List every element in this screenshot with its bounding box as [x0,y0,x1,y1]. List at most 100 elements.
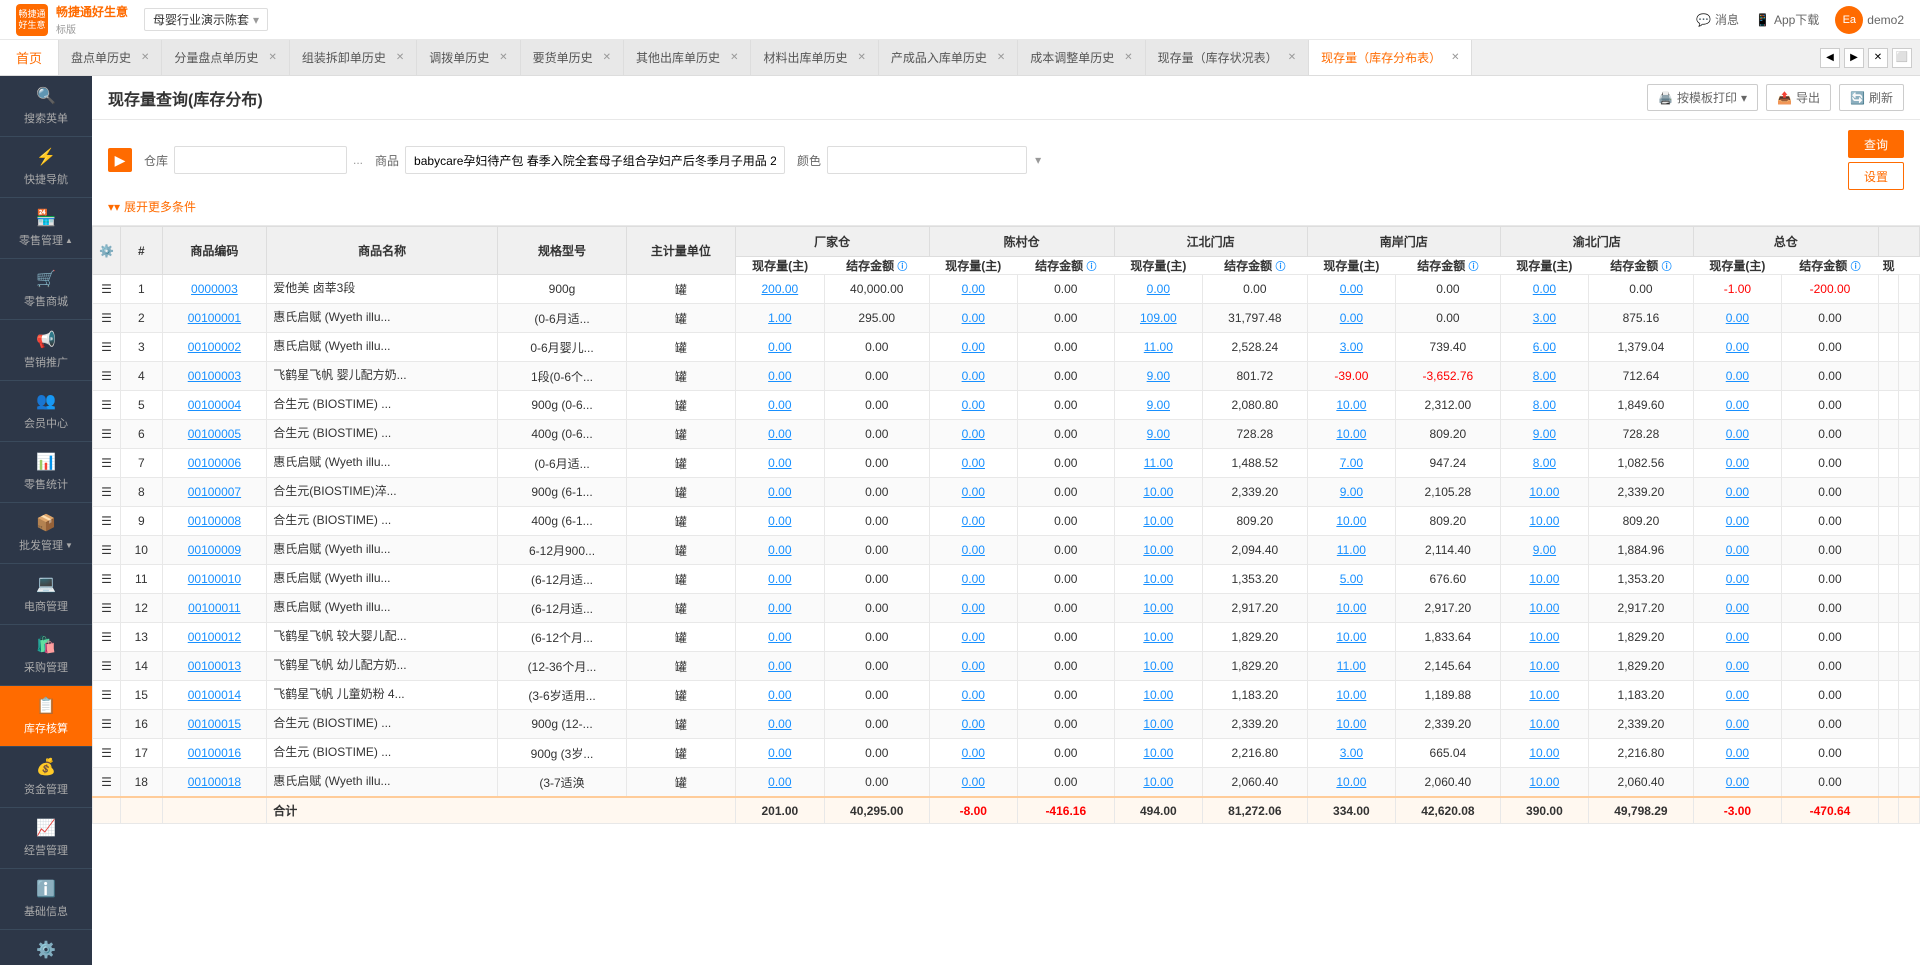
table-cell[interactable]: 9.00 [1500,420,1588,449]
table-cell[interactable]: 0.00 [929,275,1017,304]
row-gear[interactable]: ☰ [93,681,121,710]
table-cell[interactable]: 00100003 [162,362,267,391]
info-icon-6[interactable]: ⓘ [1851,262,1861,273]
tab-close-icon[interactable]: ✕ [268,52,276,63]
table-cell[interactable]: 00100012 [162,623,267,652]
table-cell[interactable]: -39.00 [1307,362,1395,391]
table-cell[interactable]: 0.00 [1693,420,1781,449]
table-cell[interactable]: 10.00 [1114,739,1202,768]
table-cell[interactable]: 00100005 [162,420,267,449]
table-cell[interactable]: 9.00 [1114,362,1202,391]
sidebar-item-member[interactable]: 👥 会员中心 [0,381,92,442]
table-cell[interactable]: 10.00 [1114,681,1202,710]
row-gear[interactable]: ☰ [93,420,121,449]
sidebar-item-search[interactable]: 🔍 搜索英单 [0,76,92,137]
table-cell[interactable]: 1.00 [735,304,824,333]
table-cell[interactable]: 00100018 [162,768,267,798]
row-gear[interactable]: ☰ [93,362,121,391]
sidebar-item-operations[interactable]: 📈 经营管理 [0,808,92,869]
info-icon-5[interactable]: ⓘ [1662,262,1672,273]
table-cell[interactable]: 00100002 [162,333,267,362]
table-cell[interactable]: 0.00 [1693,681,1781,710]
table-cell[interactable]: 8.00 [1500,391,1588,420]
tab-close-icon[interactable]: ✕ [499,52,507,63]
table-cell[interactable]: 11.00 [1307,652,1395,681]
table-cell[interactable]: 00100011 [162,594,267,623]
table-cell[interactable]: 0.00 [735,420,824,449]
table-cell[interactable]: 0.00 [929,565,1017,594]
table-cell[interactable]: 10.00 [1500,768,1588,798]
tab-close-icon[interactable]: ✕ [396,52,404,63]
table-cell[interactable]: 11.00 [1114,333,1202,362]
row-gear[interactable]: ☰ [93,768,121,798]
tab-close-icon[interactable]: ✕ [1451,52,1459,63]
table-cell[interactable]: 0.00 [735,739,824,768]
table-cell[interactable]: 10.00 [1114,710,1202,739]
table-cell[interactable]: 0.00 [1307,304,1395,333]
table-cell[interactable]: 6.00 [1500,333,1588,362]
info-icon-3[interactable]: ⓘ [1276,262,1286,273]
table-cell[interactable]: 10.00 [1500,652,1588,681]
table-cell[interactable]: 10.00 [1114,623,1202,652]
info-icon-2[interactable]: ⓘ [1086,262,1096,273]
tab-close-icon[interactable]: ✕ [603,52,611,63]
color-input[interactable] [827,146,1027,174]
table-cell[interactable]: 10.00 [1500,681,1588,710]
table-cell[interactable]: 11.00 [1114,449,1202,478]
table-cell[interactable]: 0.00 [735,768,824,798]
table-cell[interactable]: 0.00 [929,420,1017,449]
table-cell[interactable]: 0.00 [1500,275,1588,304]
row-gear[interactable]: ☰ [93,739,121,768]
tab-stock-distribution[interactable]: 现存量（库存分布表） ✕ [1309,40,1472,75]
table-cell[interactable]: 0.00 [929,362,1017,391]
tab-prev-btn[interactable]: ◀ [1820,48,1840,68]
goods-input[interactable] [405,146,785,174]
tab-close-icon[interactable]: ✕ [1288,52,1296,63]
table-cell[interactable]: 00100009 [162,536,267,565]
toggle-btn[interactable]: ▶ [108,148,132,172]
table-cell[interactable]: 10.00 [1500,478,1588,507]
table-cell[interactable]: 10.00 [1500,507,1588,536]
table-cell[interactable]: 0.00 [1693,362,1781,391]
tab-transfer-history[interactable]: 调拨单历史 ✕ [417,40,520,75]
table-cell[interactable]: 0.00 [929,536,1017,565]
table-cell[interactable]: 10.00 [1500,739,1588,768]
message-btn[interactable]: 💬 消息 [1696,11,1739,28]
table-cell[interactable]: 0.00 [735,623,824,652]
table-cell[interactable]: 9.00 [1114,420,1202,449]
table-cell[interactable]: 0.00 [735,652,824,681]
info-icon-1[interactable]: ⓘ [897,262,907,273]
sidebar-item-ecommerce[interactable]: 💻 电商管理 [0,564,92,625]
row-gear[interactable]: ☰ [93,304,121,333]
sidebar-item-purchase[interactable]: 🛍️ 采购管理 [0,625,92,686]
row-gear[interactable]: ☰ [93,536,121,565]
row-gear[interactable]: ☰ [93,391,121,420]
table-cell[interactable]: 10.00 [1114,507,1202,536]
tab-material-outbound[interactable]: 材料出库单历史 ✕ [751,40,878,75]
table-cell[interactable]: 0.00 [1693,768,1781,798]
table-cell[interactable]: 0.00 [1693,449,1781,478]
table-cell[interactable]: 0.00 [1693,478,1781,507]
company-dropdown[interactable]: 母婴行业演示陈套 ▾ [144,8,268,31]
table-cell[interactable]: 10.00 [1114,768,1202,798]
table-cell[interactable]: 10.00 [1500,623,1588,652]
setting-btn[interactable]: 设置 [1848,162,1904,190]
tab-next-btn[interactable]: ▶ [1844,48,1864,68]
tab-split-history[interactable]: 分量盘点单历史 ✕ [162,40,289,75]
table-cell[interactable]: 7.00 [1307,449,1395,478]
table-cell[interactable]: 0.00 [929,652,1017,681]
tab-inventory-history[interactable]: 盘点单历史 ✕ [59,40,162,75]
table-cell[interactable]: 0.00 [735,710,824,739]
table-cell[interactable]: 10.00 [1114,536,1202,565]
table-cell[interactable]: 0.00 [929,333,1017,362]
row-gear[interactable]: ☰ [93,652,121,681]
expand-btn[interactable]: ▾▾ 展开更多条件 [108,198,1904,215]
table-cell[interactable]: 0.00 [735,594,824,623]
table-cell[interactable]: 0.00 [1693,710,1781,739]
table-cell[interactable]: 10.00 [1114,565,1202,594]
tab-close-icon[interactable]: ✕ [1124,52,1132,63]
row-gear[interactable]: ☰ [93,449,121,478]
table-cell[interactable]: 8.00 [1500,449,1588,478]
export-btn[interactable]: 📤 导出 [1766,84,1831,111]
table-cell[interactable]: -1.00 [1693,275,1781,304]
